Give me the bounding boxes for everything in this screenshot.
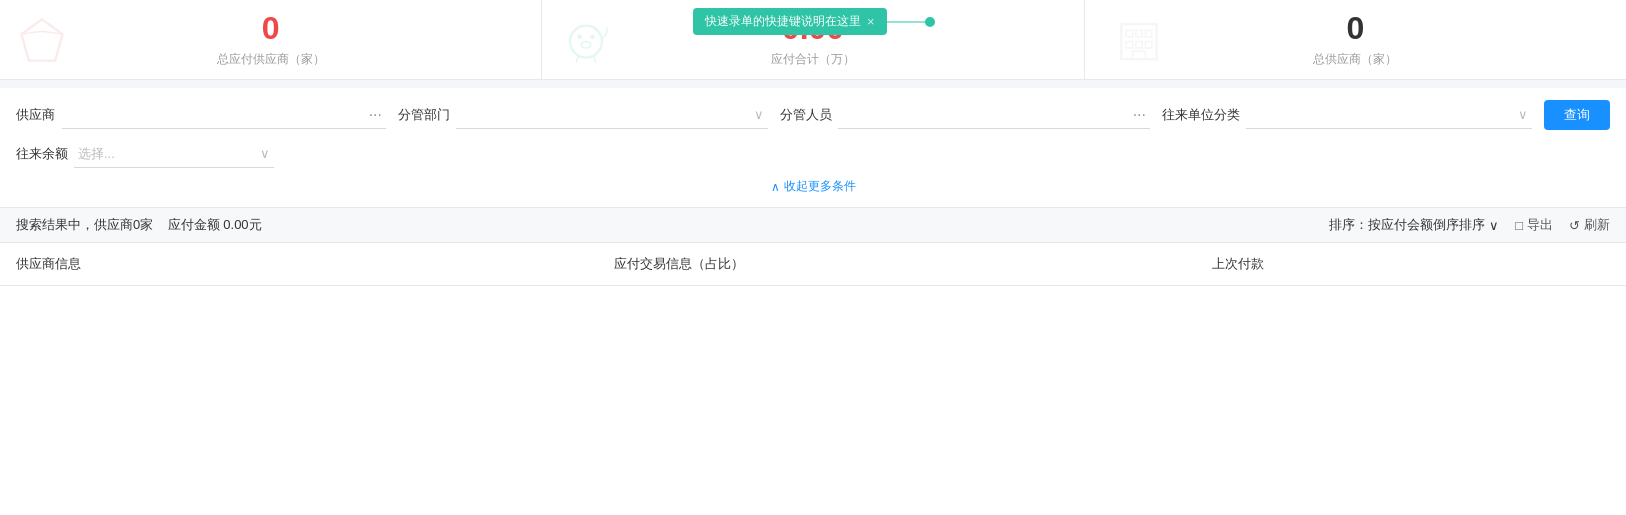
total-suppliers-label: 总供应商（家）: [1313, 51, 1397, 68]
balance-placeholder: 选择...: [78, 145, 115, 163]
person-input[interactable]: [842, 107, 1129, 122]
results-amount: 应付金额 0.00元: [168, 217, 262, 232]
results-actions: 排序：按应付会额倒序排序 ∨ □ 导出 ↺ 刷新: [1329, 216, 1610, 234]
refresh-button[interactable]: ↺ 刷新: [1569, 216, 1610, 234]
svg-rect-12: [1126, 41, 1132, 47]
summary-bar: 0 总应付供应商（家） 快速录单的快捷键说明在这里 × 0.00 应付合计（万）: [0, 0, 1626, 80]
total-suppliers-number: 0: [1346, 11, 1364, 46]
table-area: 供应商信息 应付交易信息（占比） 上次付款: [0, 243, 1626, 515]
tooltip-dot: [925, 17, 935, 27]
svg-rect-14: [1145, 41, 1151, 47]
refresh-icon: ↺: [1569, 218, 1580, 233]
building-icon: [1115, 16, 1163, 64]
department-label: 分管部门: [398, 106, 450, 124]
svg-rect-11: [1145, 30, 1151, 36]
person-dots[interactable]: ···: [1133, 106, 1146, 124]
unit-category-filter: 往来单位分类 ∨: [1162, 101, 1532, 129]
refresh-label: 刷新: [1584, 216, 1610, 234]
pig-icon: [562, 16, 610, 64]
balance-chevron-icon: ∨: [260, 146, 270, 161]
summary-item-payable-total: 快速录单的快捷键说明在这里 × 0.00 应付合计（万）: [542, 0, 1084, 79]
department-select[interactable]: ∨: [456, 101, 768, 129]
filter-row-2: 往来余额 选择... ∨: [16, 140, 1610, 168]
svg-rect-9: [1126, 30, 1132, 36]
unit-category-chevron-icon: ∨: [1518, 107, 1528, 122]
unit-category-select[interactable]: ∨: [1246, 101, 1532, 129]
person-label: 分管人员: [780, 106, 832, 124]
export-button[interactable]: □ 导出: [1515, 216, 1553, 234]
summary-item-total-suppliers: 0 总供应商（家）: [1085, 0, 1626, 79]
sort-button[interactable]: 排序：按应付会额倒序排序 ∨: [1329, 216, 1499, 234]
summary-item-total-payable-suppliers: 0 总应付供应商（家）: [0, 0, 542, 79]
department-chevron-icon: ∨: [754, 107, 764, 122]
collapse-button[interactable]: ∧ 收起更多条件: [771, 178, 856, 195]
export-icon: □: [1515, 218, 1523, 233]
supplier-input-wrap[interactable]: ···: [62, 101, 386, 129]
unit-category-label: 往来单位分类: [1162, 106, 1240, 124]
col-transaction-info-header: 应付交易信息（占比）: [614, 255, 1212, 273]
col-last-payment-header: 上次付款: [1212, 255, 1611, 273]
results-bar: 搜索结果中，供应商0家 应付金额 0.00元 排序：按应付会额倒序排序 ∨ □ …: [0, 208, 1626, 243]
total-payable-number: 0: [262, 11, 280, 46]
svg-rect-10: [1135, 30, 1141, 36]
svg-point-4: [590, 34, 595, 39]
supplier-label: 供应商: [16, 106, 56, 124]
collapse-up-icon: ∧: [771, 180, 780, 194]
tooltip-text: 快速录单的快捷键说明在这里: [705, 13, 861, 30]
svg-point-5: [582, 41, 592, 47]
person-input-wrap[interactable]: ···: [838, 101, 1150, 129]
diamond-icon: [20, 18, 64, 62]
svg-point-3: [578, 34, 583, 39]
tooltip-close-button[interactable]: ×: [867, 14, 875, 29]
table-body: [0, 286, 1626, 515]
balance-select[interactable]: 选择... ∨: [74, 140, 274, 168]
results-text: 搜索结果中，供应商0家: [16, 217, 153, 232]
total-payable-label: 总应付供应商（家）: [217, 51, 325, 68]
query-button[interactable]: 查询: [1544, 100, 1610, 130]
sort-arrow-icon: ∨: [1489, 218, 1499, 233]
svg-rect-13: [1135, 41, 1141, 47]
supplier-input[interactable]: [66, 107, 365, 122]
col-supplier-info-header: 供应商信息: [16, 255, 614, 273]
tooltip-bubble: 快速录单的快捷键说明在这里 ×: [693, 8, 887, 35]
supplier-dots[interactable]: ···: [369, 106, 382, 124]
balance-filter: 往来余额 选择... ∨: [16, 140, 1610, 168]
svg-marker-0: [21, 19, 62, 60]
person-filter: 分管人员 ···: [780, 101, 1150, 129]
balance-label: 往来余额: [16, 145, 68, 163]
filter-area: 供应商 ··· 分管部门 ∨ 分管人员 ··· 往来单位分类: [0, 88, 1626, 208]
results-summary: 搜索结果中，供应商0家 应付金额 0.00元: [16, 216, 262, 234]
collapse-row: ∧ 收起更多条件: [16, 178, 1610, 195]
collapse-label: 收起更多条件: [784, 178, 856, 195]
payable-total-label: 应付合计（万）: [771, 51, 855, 68]
table-header: 供应商信息 应付交易信息（占比） 上次付款: [0, 243, 1626, 286]
department-filter: 分管部门 ∨: [398, 101, 768, 129]
export-label: 导出: [1527, 216, 1553, 234]
svg-line-6: [577, 56, 579, 62]
svg-line-7: [594, 56, 596, 62]
svg-marker-1: [21, 19, 62, 34]
supplier-filter: 供应商 ···: [16, 101, 386, 129]
sort-label: 排序：按应付会额倒序排序: [1329, 216, 1485, 234]
filter-row-1: 供应商 ··· 分管部门 ∨ 分管人员 ··· 往来单位分类: [16, 100, 1610, 130]
